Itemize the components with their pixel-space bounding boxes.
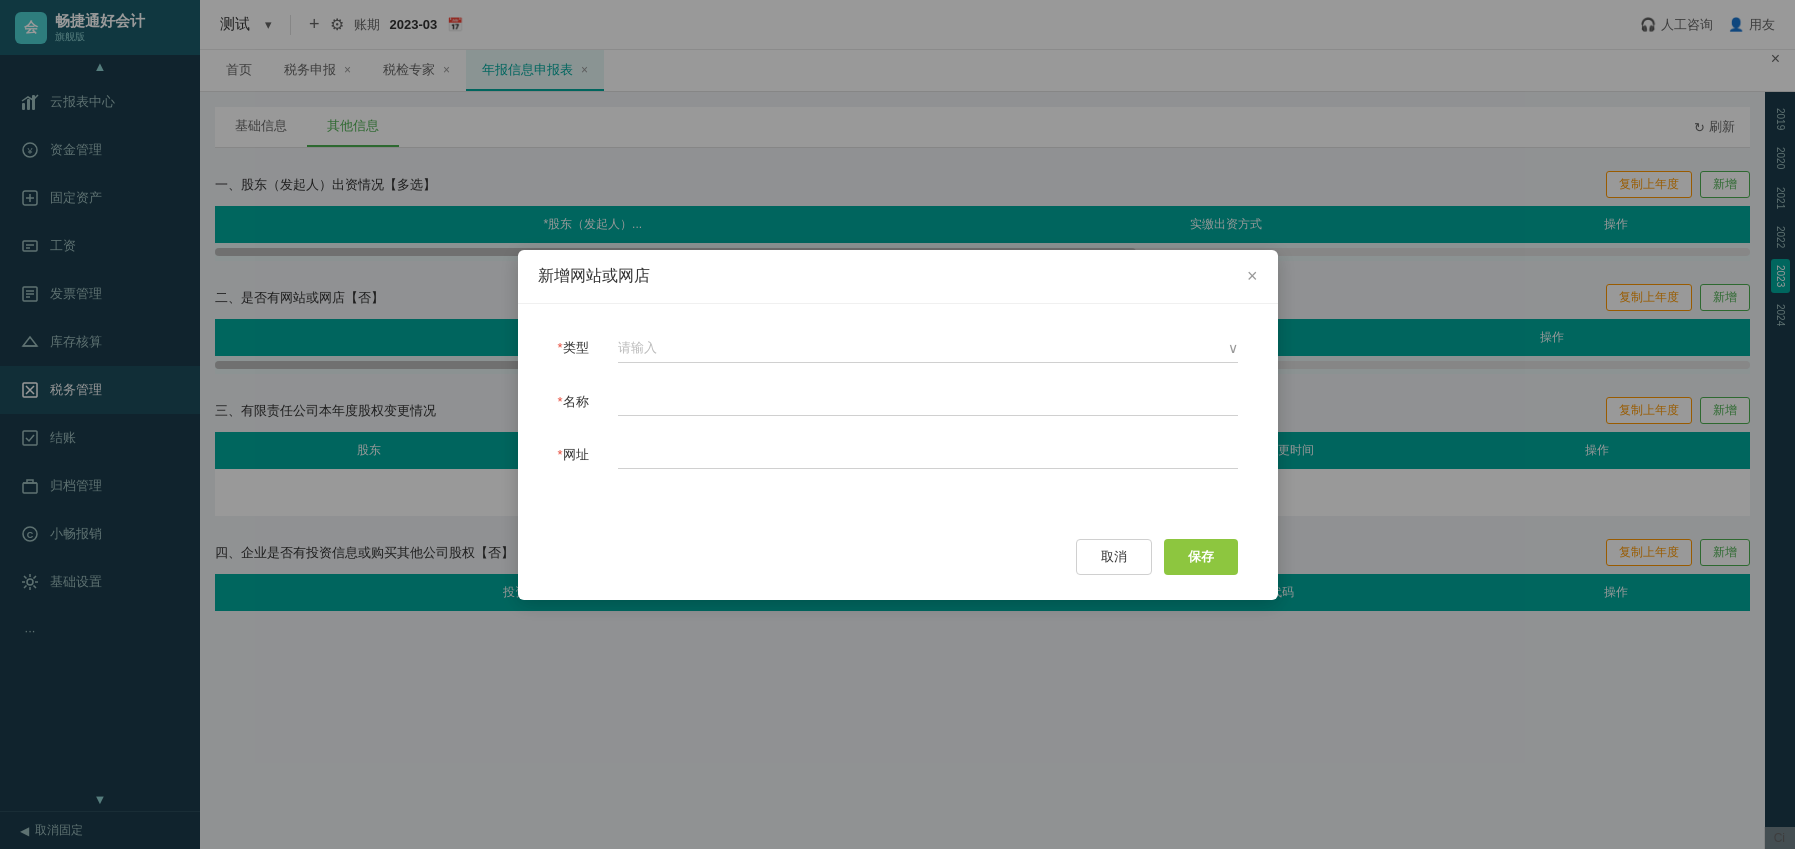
form-input-wrapper-type: ∨ [618, 334, 1238, 363]
url-input[interactable] [618, 447, 1238, 462]
dialog-overlay: 新增网站或网店 × *类型 ∨ *名称 [0, 0, 1795, 849]
form-field-type: *类型 ∨ [558, 334, 1238, 363]
dialog-title: 新增网站或网店 [538, 266, 650, 287]
dialog-body: *类型 ∨ *名称 *网址 [518, 304, 1278, 524]
dropdown-arrow-icon[interactable]: ∨ [1228, 340, 1238, 356]
name-input[interactable] [618, 394, 1238, 409]
save-button[interactable]: 保存 [1164, 539, 1238, 575]
dialog-footer: 取消 保存 [518, 524, 1278, 600]
dialog-close-button[interactable]: × [1247, 266, 1258, 287]
type-input[interactable] [618, 340, 1228, 355]
form-label-name: *名称 [558, 393, 608, 411]
form-input-wrapper-name [618, 388, 1238, 416]
dialog: 新增网站或网店 × *类型 ∨ *名称 [518, 250, 1278, 600]
form-field-url: *网址 [558, 441, 1238, 469]
form-label-url: *网址 [558, 446, 608, 464]
form-label-type: *类型 [558, 339, 608, 357]
cancel-button[interactable]: 取消 [1076, 539, 1152, 575]
form-input-wrapper-url [618, 441, 1238, 469]
form-field-name: *名称 [558, 388, 1238, 416]
dialog-header: 新增网站或网店 × [518, 250, 1278, 304]
